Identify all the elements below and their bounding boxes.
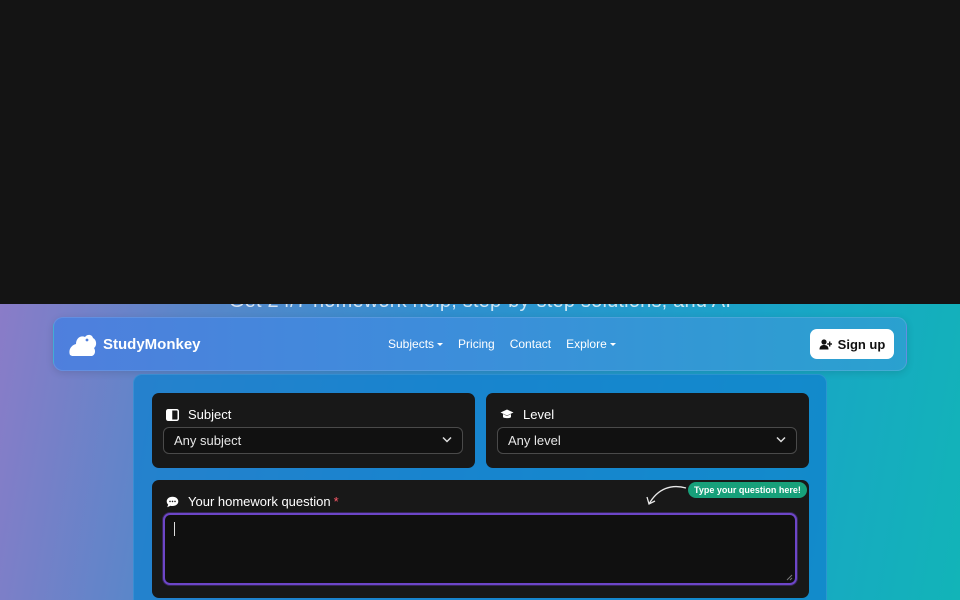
chevron-down-icon — [442, 436, 452, 443]
caret-down-icon — [609, 342, 616, 346]
book-icon — [166, 408, 179, 421]
subject-select[interactable]: Any subject — [163, 427, 463, 454]
resize-handle-icon[interactable] — [785, 573, 793, 581]
nav-item-explore[interactable]: Explore — [566, 337, 616, 351]
level-select[interactable]: Any level — [497, 427, 797, 454]
text-cursor — [174, 522, 175, 536]
question-label: Your homework question — [188, 494, 331, 509]
required-marker: * — [333, 494, 339, 509]
nav-item-subjects[interactable]: Subjects — [388, 337, 444, 351]
navbar: StudyMonkey Subjects Pricing Contact Exp… — [53, 317, 907, 371]
blank-top-area — [0, 0, 960, 304]
curved-arrow-icon — [646, 485, 687, 505]
brand-name: StudyMonkey — [103, 335, 201, 353]
graduation-cap-icon — [500, 409, 514, 419]
monkey-logo-icon — [69, 334, 97, 356]
sign-up-label: Sign up — [837, 336, 886, 352]
nav-item-label: Subjects — [388, 337, 435, 351]
level-card: Level Any level — [486, 393, 809, 468]
nav-item-label: Contact — [509, 337, 552, 351]
subject-label: Subject — [188, 407, 232, 422]
brand-link[interactable]: StudyMonkey — [66, 329, 201, 359]
nav-item-pricing[interactable]: Pricing — [458, 337, 495, 351]
level-label-row: Level — [500, 407, 554, 422]
chat-bubble-icon — [166, 496, 179, 507]
question-label-row: Your homework question * — [166, 494, 339, 509]
sign-up-button[interactable]: Sign up — [810, 329, 894, 359]
subject-card: Subject Any subject — [152, 393, 475, 468]
nav-item-contact[interactable]: Contact — [510, 337, 551, 351]
hint-badge: Type your question here! — [688, 482, 807, 498]
subject-label-row: Subject — [166, 407, 231, 422]
hero-tagline: Get 24/7 homework help, step-by-step sol… — [0, 304, 960, 313]
level-label: Level — [523, 407, 555, 422]
nav-item-label: Pricing — [458, 337, 495, 351]
level-select-value: Any level — [508, 433, 561, 448]
nav-links: Subjects Pricing Contact Explore — [388, 337, 631, 351]
user-plus-icon — [819, 338, 832, 349]
subject-select-value: Any subject — [174, 433, 242, 448]
nav-item-label: Explore — [566, 337, 607, 351]
hero-section: Get 24/7 homework help, step-by-step sol… — [0, 304, 960, 600]
chevron-down-icon — [776, 436, 786, 443]
question-textarea[interactable] — [163, 513, 797, 585]
caret-down-icon — [437, 342, 444, 346]
